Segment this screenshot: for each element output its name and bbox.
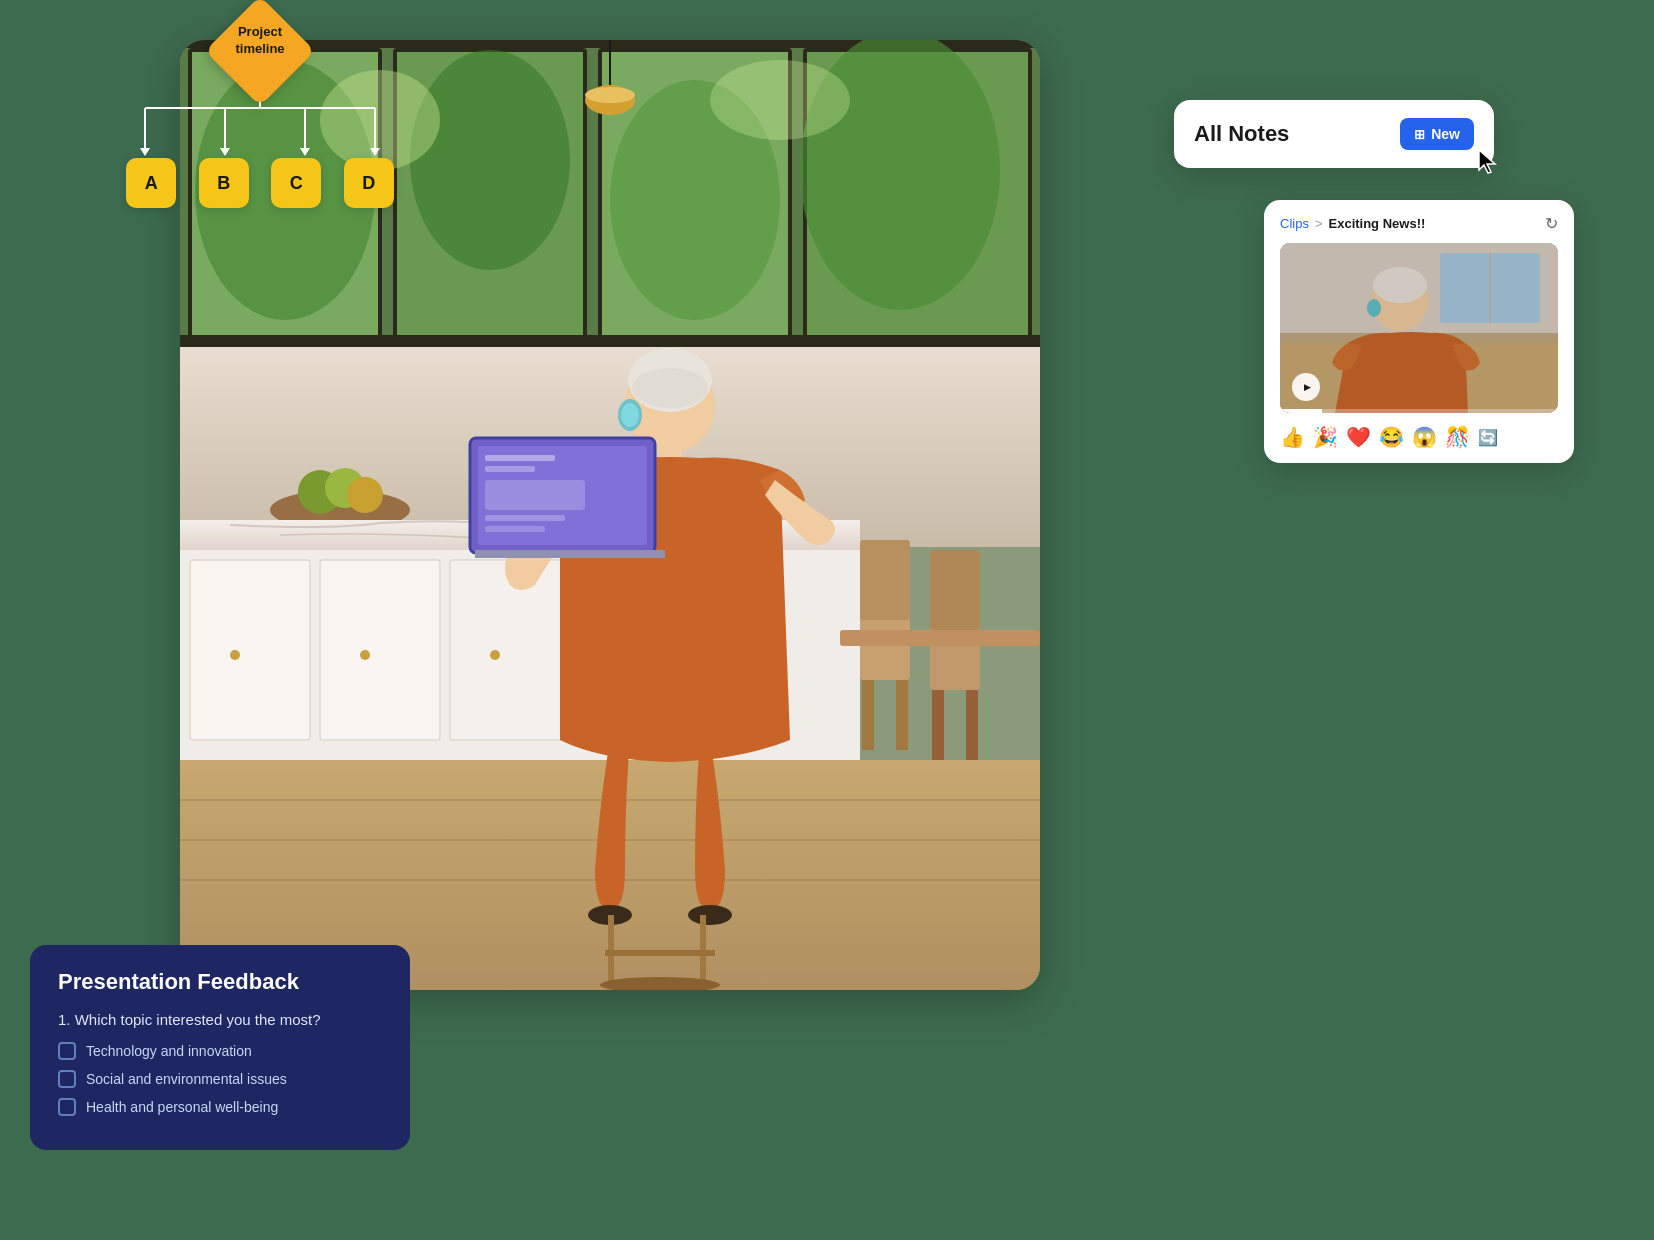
svg-rect-67 (475, 550, 665, 558)
feedback-option-1: Technology and innovation (58, 1042, 382, 1060)
svg-point-31 (230, 650, 240, 660)
node-a: A (126, 158, 176, 208)
refresh-button[interactable]: ↻ (1545, 214, 1558, 233)
node-c: C (271, 158, 321, 208)
svg-marker-80 (140, 148, 150, 156)
svg-rect-50 (840, 630, 1040, 646)
svg-rect-45 (896, 680, 908, 750)
new-button-label: New (1431, 126, 1460, 142)
svg-point-19 (585, 87, 635, 103)
clips-link[interactable]: Clips (1280, 216, 1309, 231)
svg-rect-32 (320, 560, 440, 740)
svg-point-53 (632, 368, 708, 408)
node-b: B (199, 158, 249, 208)
reaction-party[interactable]: 🎊 (1445, 425, 1470, 449)
reaction-thumbsup[interactable]: 👍 (1280, 425, 1305, 449)
svg-point-12 (410, 50, 570, 270)
video-thumbnail (1280, 243, 1558, 413)
svg-rect-65 (485, 515, 565, 521)
clips-widget: Clips > Exciting News!! ↻ (1264, 200, 1574, 463)
cursor (1477, 148, 1499, 176)
option-label-3: Health and personal well-being (86, 1099, 278, 1115)
svg-rect-63 (485, 466, 535, 472)
svg-point-34 (360, 650, 370, 660)
svg-rect-47 (930, 550, 980, 630)
svg-marker-83 (370, 148, 380, 156)
video-progress-bar (1280, 409, 1558, 413)
svg-rect-73 (605, 950, 715, 956)
timeline-nodes: A B C D (110, 158, 410, 208)
feedback-question: 1. Which topic interested you the most? (58, 1011, 382, 1028)
svg-rect-35 (450, 560, 570, 740)
play-icon: ▶ (1304, 382, 1311, 392)
svg-point-69 (688, 905, 732, 925)
svg-point-16 (710, 60, 850, 140)
svg-marker-81 (220, 148, 230, 156)
clip-title: Exciting News!! (1329, 216, 1426, 231)
svg-rect-93 (1280, 243, 1558, 413)
svg-rect-66 (485, 526, 545, 532)
reaction-heart[interactable]: ❤️ (1346, 425, 1371, 449)
svg-point-55 (621, 403, 639, 427)
new-button-icon: ⊞ (1414, 127, 1425, 142)
all-notes-title: All Notes (1194, 121, 1289, 147)
feedback-option-3: Health and personal well-being (58, 1098, 382, 1116)
reaction-cycle[interactable]: 🔄 (1478, 428, 1498, 447)
svg-rect-20 (180, 335, 1040, 347)
new-button[interactable]: ⊞ New (1400, 118, 1474, 150)
reaction-laugh[interactable]: 😂 (1379, 425, 1404, 449)
svg-rect-29 (190, 560, 310, 740)
breadcrumb-separator: > (1315, 216, 1323, 231)
feedback-widget: Presentation Feedback 1. Which topic int… (30, 945, 410, 1150)
emoji-reactions: 👍 🎉 ❤️ 😂 😱 🎊 🔄 (1280, 425, 1558, 449)
checkbox-1[interactable] (58, 1042, 76, 1060)
svg-rect-49 (966, 690, 978, 760)
play-button[interactable]: ▶ (1292, 373, 1320, 401)
svg-rect-44 (862, 680, 874, 750)
feedback-title: Presentation Feedback (58, 969, 382, 995)
option-label-1: Technology and innovation (86, 1043, 252, 1059)
diamond-label: Project timeline (235, 24, 284, 58)
all-notes-widget: All Notes ⊞ New (1174, 100, 1494, 168)
svg-point-37 (490, 650, 500, 660)
feedback-option-2: Social and environmental issues (58, 1070, 382, 1088)
svg-rect-62 (485, 455, 555, 461)
svg-rect-64 (485, 480, 585, 510)
option-label-2: Social and environmental issues (86, 1071, 287, 1087)
svg-rect-43 (860, 540, 910, 620)
clips-breadcrumb: Clips > Exciting News!! ↻ (1280, 214, 1558, 233)
svg-marker-82 (300, 148, 310, 156)
checkbox-3[interactable] (58, 1098, 76, 1116)
node-d: D (344, 158, 394, 208)
svg-rect-48 (932, 690, 944, 760)
checkbox-2[interactable] (58, 1070, 76, 1088)
reaction-clap[interactable]: 🎉 (1313, 425, 1338, 449)
svg-point-26 (347, 477, 383, 513)
timeline-widget: Project timeline A B C D (110, 10, 410, 208)
video-player[interactable]: ▶ (1280, 243, 1558, 413)
video-progress-fill (1280, 409, 1322, 413)
reaction-shocked[interactable]: 😱 (1412, 425, 1437, 449)
